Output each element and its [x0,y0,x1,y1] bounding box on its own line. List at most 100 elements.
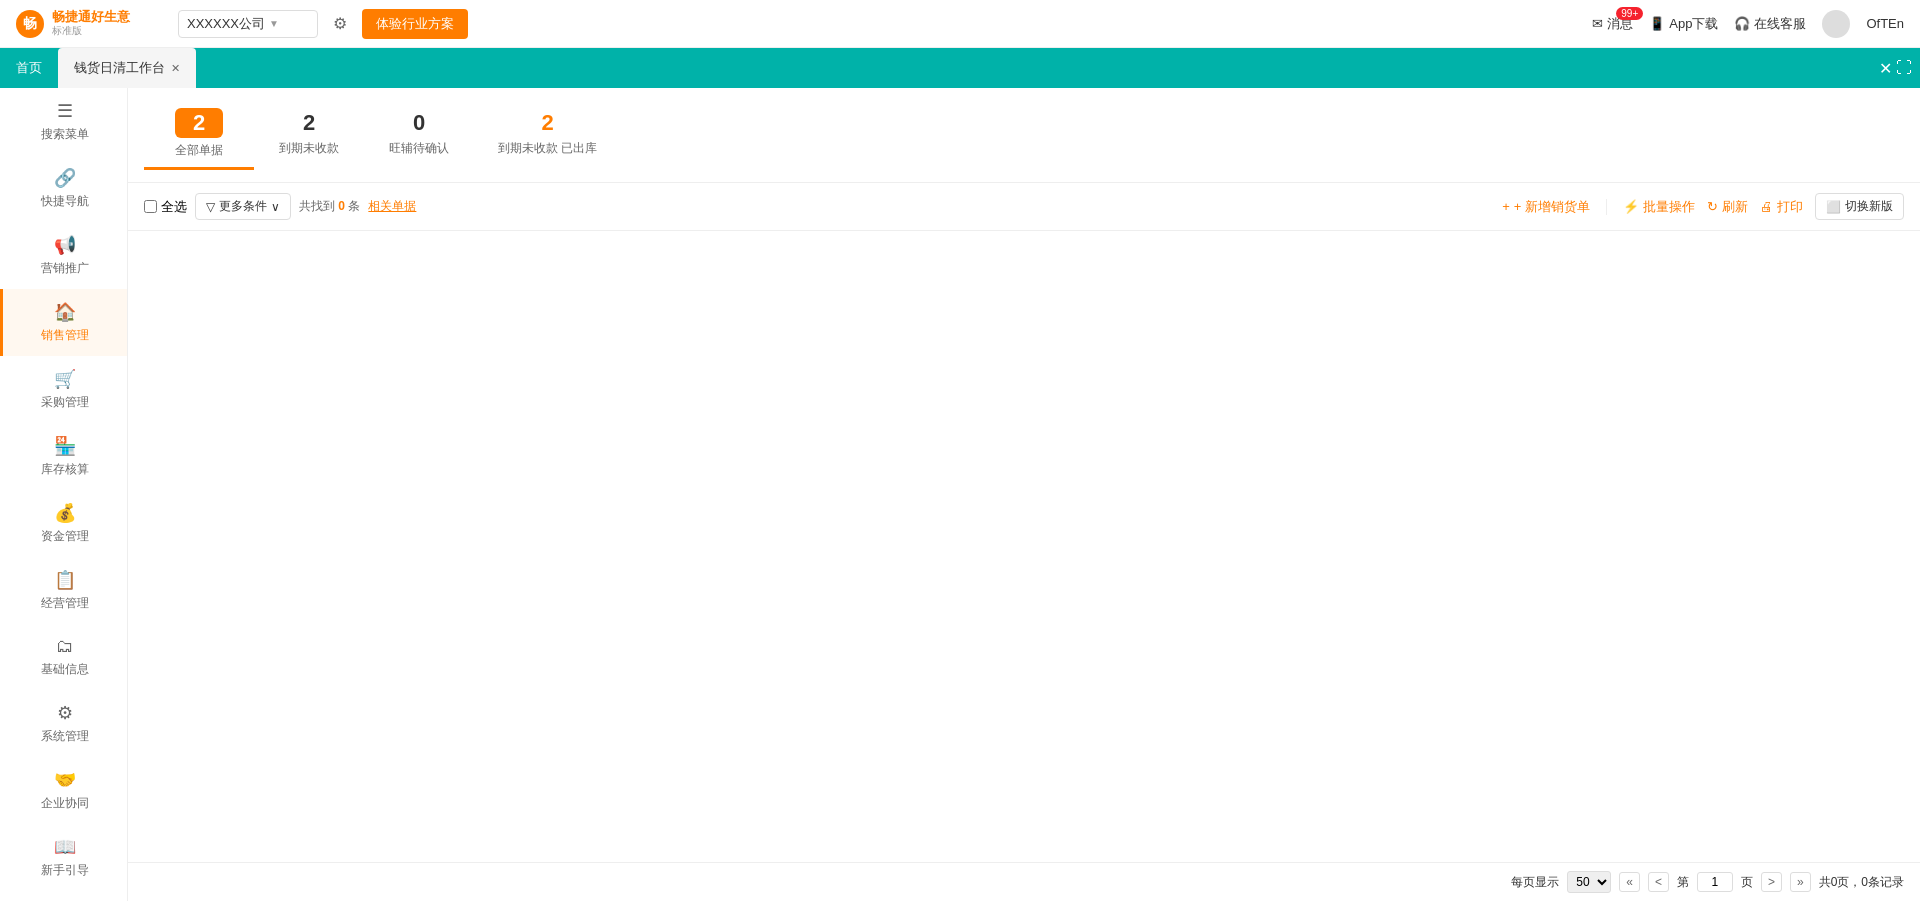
sidebar: ☰ 搜索菜单 🔗 快捷导航 📢 营销推广 🏠 销售管理 🛒 采购管理 🏪 库存核… [0,88,128,901]
tab-expand-icon[interactable]: ⛶ [1896,59,1912,77]
sidebar-item-search[interactable]: ☰ 搜索菜单 [0,88,127,155]
company-name: XXXXXX公司 [187,15,265,33]
card-pending[interactable]: 0 旺辅待确认 [364,100,474,170]
print-button[interactable]: 🖨 打印 [1760,198,1803,216]
topbar: 畅 畅捷通好生意 标准版 XXXXXX公司 ▼ ⚙ 体验行业方案 ✉ 消息 99… [0,0,1920,48]
card-label-overdue: 到期未收款 [279,140,339,157]
print-icon: 🖨 [1760,199,1773,214]
switch-label: 切换新版 [1845,198,1893,215]
service-icon: 🎧 [1734,16,1750,31]
next-page-button[interactable]: > [1761,872,1782,892]
tab-workbench[interactable]: 钱货日清工作台 ✕ [58,48,196,88]
filter-arrow-icon: ∨ [271,200,280,214]
basic-info-icon: 🗂 [56,636,74,657]
batch-label: 批量操作 [1643,198,1695,216]
page-size-select[interactable]: 50 [1567,871,1611,893]
toolbar-left: 全选 ▽ 更多条件 ∨ 共找到 0 条 相关单据 [144,193,1494,220]
tab-home[interactable]: 首页 [0,48,58,88]
management-icon: 📋 [54,569,76,591]
related-link[interactable]: 相关单据 [368,198,416,215]
found-text: 共找到 0 条 [299,198,360,215]
message-badge: 99+ [1616,7,1643,20]
topbar-left: 畅 畅捷通好生意 标准版 XXXXXX公司 ▼ ⚙ 体验行业方案 [16,9,468,39]
brand-info: 畅捷通好生意 标准版 [52,9,130,39]
sidebar-item-label: 库存核算 [41,461,89,478]
card-overdue-shipped[interactable]: 2 到期未收款 已出库 [474,100,621,170]
found-count: 0 [338,199,345,213]
card-overdue[interactable]: 2 到期未收款 [254,100,364,170]
tab-nav: 首页 钱货日清工作台 ✕ ✕ ⛶ [0,48,1920,88]
add-icon: + [1502,199,1510,214]
select-all-text: 全选 [161,198,187,216]
switch-version-button[interactable]: ⬜ 切换新版 [1815,193,1904,220]
sidebar-item-label: 企业协同 [41,795,89,812]
sidebar-item-label: 新手引导 [41,862,89,879]
card-num-all: 2 [175,108,223,138]
app-download-button[interactable]: 📱 App下载 [1649,15,1718,33]
main-content: 2 全部单据 2 到期未收款 0 旺辅待确认 2 到期未收款 已出库 全选 [128,88,1920,901]
trial-button[interactable]: 体验行业方案 [362,9,468,39]
sidebar-item-purchase[interactable]: 🛒 采购管理 [0,356,127,423]
refresh-icon: ↻ [1707,199,1718,214]
refresh-button[interactable]: ↻ 刷新 [1707,198,1748,216]
guide-icon: 📖 [54,836,76,858]
sidebar-item-inventory[interactable]: 🏪 库存核算 [0,423,127,490]
sidebar-item-label: 基础信息 [41,661,89,678]
toolbar-right: + + 新增销货单 ⚡ 批量操作 ↻ 刷新 🖨 打印 ⬜ [1502,193,1904,220]
sidebar-item-management[interactable]: 📋 经营管理 [0,557,127,624]
avatar[interactable] [1822,10,1850,38]
sidebar-item-quicknav[interactable]: 🔗 快捷导航 [0,155,127,222]
enterprise-icon: 🤝 [54,769,76,791]
topbar-right: ✉ 消息 99+ 📱 App下载 🎧 在线客服 OfTEn [1592,10,1904,38]
sidebar-item-label: 销售管理 [41,327,89,344]
marketing-icon: 📢 [54,234,76,256]
sidebar-item-system[interactable]: ⚙ 系统管理 [0,690,127,757]
sidebar-item-label: 快捷导航 [41,193,89,210]
sidebar-item-app-center[interactable]: 📦 应用中心 [0,891,127,901]
filter-button[interactable]: ▽ 更多条件 ∨ [195,193,291,220]
sidebar-item-label: 经营管理 [41,595,89,612]
card-all[interactable]: 2 全部单据 [144,100,254,170]
sidebar-item-sales[interactable]: 🏠 销售管理 [0,289,127,356]
search-menu-icon: ☰ [57,100,73,122]
sidebar-item-enterprise[interactable]: 🤝 企业协同 [0,757,127,824]
app-label: App下载 [1669,15,1718,33]
batch-icon: ⚡ [1623,199,1639,214]
brand-sub: 标准版 [52,24,130,38]
card-num-pending: 0 [413,110,425,136]
tab-nav-right: ✕ ⛶ [1879,59,1920,78]
sidebar-item-label: 采购管理 [41,394,89,411]
brand-icon: 畅 [16,10,44,38]
last-page-button[interactable]: » [1790,872,1811,892]
card-label-all: 全部单据 [175,142,223,159]
prev-page-button[interactable]: < [1648,872,1669,892]
add-sales-order-button[interactable]: + + 新增销货单 [1502,198,1590,216]
sidebar-item-label: 系统管理 [41,728,89,745]
first-page-button[interactable]: « [1619,872,1640,892]
purchase-icon: 🛒 [54,368,76,390]
select-all-checkbox[interactable] [144,200,157,213]
settings-icon[interactable]: ⚙ [326,10,354,38]
message-button[interactable]: ✉ 消息 99+ [1592,15,1633,33]
sidebar-item-basic-info[interactable]: 🗂 基础信息 [0,624,127,690]
filter-icon: ▽ [206,200,215,214]
page-suffix: 页 [1741,874,1753,891]
batch-operation-button[interactable]: ⚡ 批量操作 [1623,198,1695,216]
tab-close-window-icon[interactable]: ✕ [1879,59,1892,78]
select-all-label[interactable]: 全选 [144,198,187,216]
tab-close-icon[interactable]: ✕ [171,62,180,75]
online-service-button[interactable]: 🎧 在线客服 [1734,15,1806,33]
company-selector[interactable]: XXXXXX公司 ▼ [178,10,318,38]
user-name[interactable]: OfTEn [1866,16,1904,31]
brand-name: 畅捷通好生意 [52,9,130,25]
page-input[interactable] [1697,872,1733,892]
sidebar-item-guide[interactable]: 📖 新手引导 [0,824,127,891]
card-num-overdue-shipped: 2 [542,110,554,136]
table-area [128,231,1920,862]
filter-label: 更多条件 [219,198,267,215]
chevron-down-icon: ▼ [269,18,279,29]
service-label: 在线客服 [1754,15,1806,33]
sidebar-item-finance[interactable]: 💰 资金管理 [0,490,127,557]
sidebar-item-marketing[interactable]: 📢 营销推广 [0,222,127,289]
inventory-icon: 🏪 [54,435,76,457]
